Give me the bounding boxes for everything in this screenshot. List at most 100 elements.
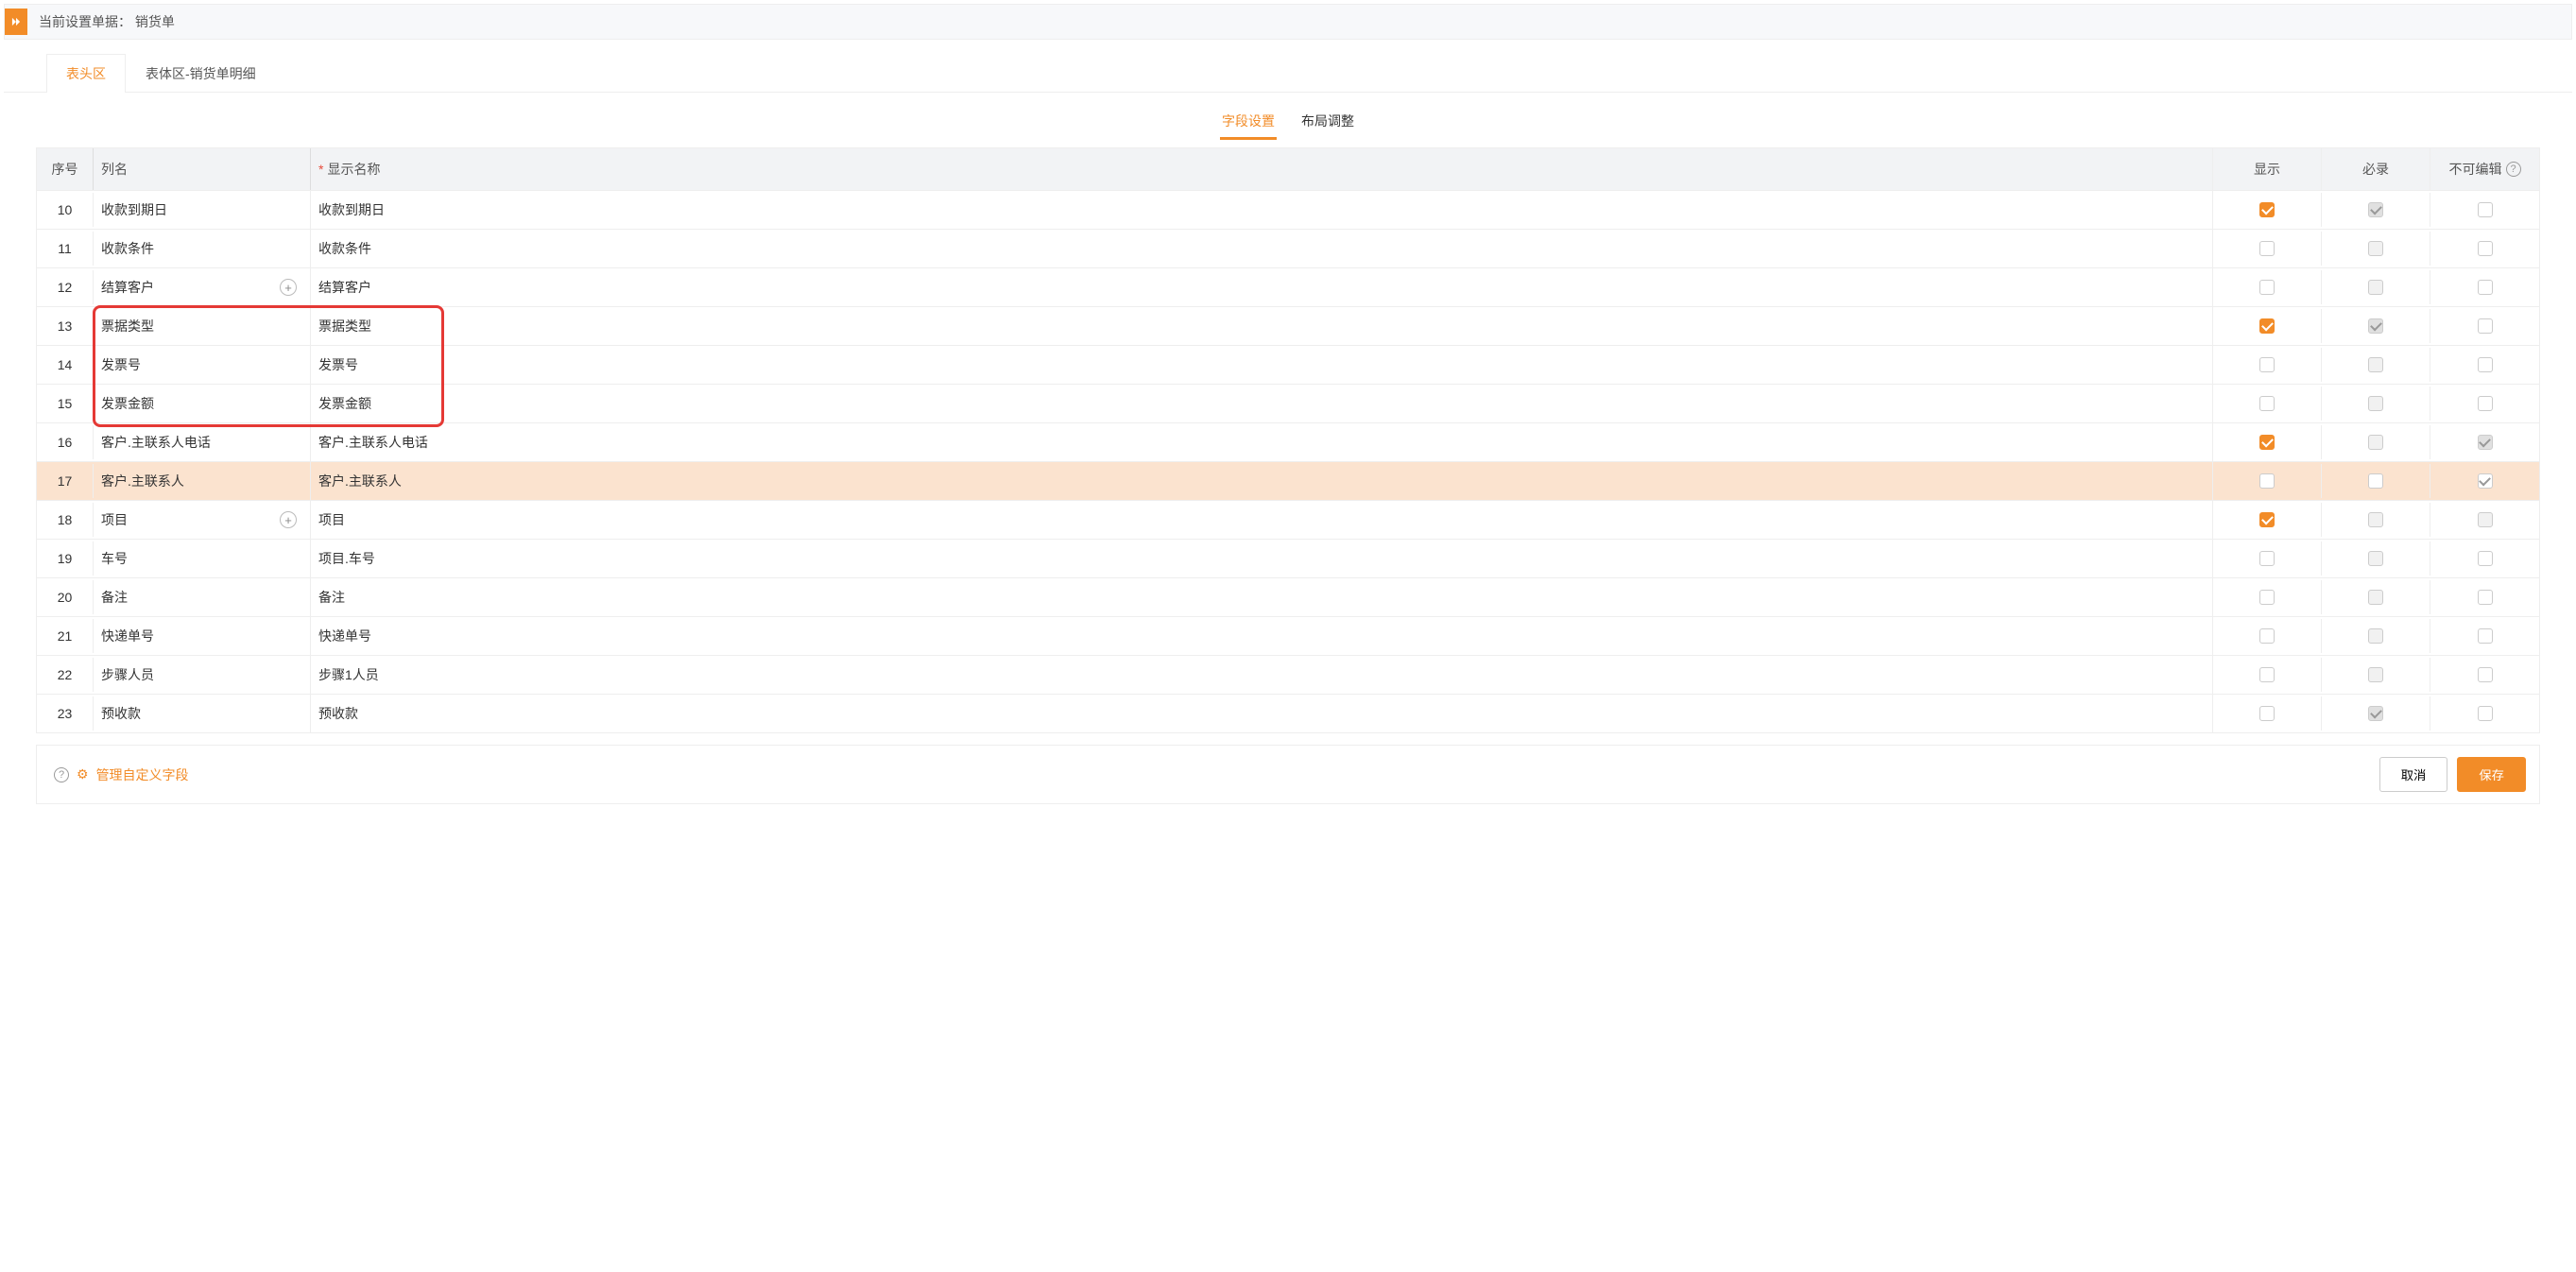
- required-star-icon: *: [318, 162, 323, 177]
- table-row[interactable]: 11 收款条件 收款条件: [37, 230, 2539, 268]
- field-name: 步骤人员: [101, 665, 154, 684]
- cell-display[interactable]: 客户.主联系人电话: [311, 423, 2213, 461]
- cell-show: [2213, 503, 2322, 537]
- col-header-display: * 显示名称: [311, 148, 2213, 190]
- setting-subtabs: 字段设置布局调整: [4, 93, 2572, 140]
- cell-display[interactable]: 收款到期日: [311, 191, 2213, 229]
- cell-readonly: [2430, 270, 2539, 304]
- cell-name: 发票金额: [94, 385, 311, 422]
- cell-display[interactable]: 预收款: [311, 695, 2213, 732]
- table-row[interactable]: 23 预收款 预收款: [37, 695, 2539, 733]
- cell-required: [2322, 580, 2430, 614]
- table-row[interactable]: 20 备注 备注: [37, 578, 2539, 617]
- col-header-display-text: 显示名称: [327, 160, 380, 179]
- expand-plus-icon[interactable]: +: [280, 511, 297, 528]
- checkbox-required: [2368, 396, 2383, 411]
- checkbox-show[interactable]: [2259, 435, 2275, 450]
- checkbox-show[interactable]: [2259, 357, 2275, 372]
- chevron-right-double-icon: [9, 15, 23, 28]
- cell-display[interactable]: 项目.车号: [311, 540, 2213, 577]
- checkbox-readonly[interactable]: [2478, 357, 2493, 372]
- checkbox-readonly[interactable]: [2478, 241, 2493, 256]
- table-row[interactable]: 18 项目 + 项目: [37, 501, 2539, 540]
- checkbox-show[interactable]: [2259, 512, 2275, 527]
- checkbox-readonly[interactable]: [2478, 628, 2493, 644]
- cell-display[interactable]: 备注: [311, 578, 2213, 616]
- cancel-button[interactable]: 取消: [2379, 757, 2448, 792]
- field-name: 发票号: [101, 355, 141, 374]
- checkbox-show[interactable]: [2259, 396, 2275, 411]
- help-icon[interactable]: ?: [2506, 162, 2521, 177]
- cell-required: [2322, 503, 2430, 537]
- expand-plus-icon[interactable]: +: [280, 279, 297, 296]
- field-name: 客户.主联系人: [101, 472, 184, 490]
- cell-display[interactable]: 步骤1人员: [311, 656, 2213, 694]
- checkbox-show[interactable]: [2259, 551, 2275, 566]
- checkbox-readonly[interactable]: [2478, 551, 2493, 566]
- checkbox-readonly[interactable]: [2478, 706, 2493, 721]
- cell-readonly: [2430, 232, 2539, 266]
- table-row[interactable]: 19 车号 项目.车号: [37, 540, 2539, 578]
- checkbox-show[interactable]: [2259, 667, 2275, 682]
- cell-readonly: [2430, 619, 2539, 653]
- checkbox-readonly[interactable]: [2478, 667, 2493, 682]
- collapse-toggle[interactable]: [5, 9, 27, 35]
- field-name: 结算客户: [101, 278, 154, 297]
- checkbox-show[interactable]: [2259, 280, 2275, 295]
- cell-display[interactable]: 发票金额: [311, 385, 2213, 422]
- table-row[interactable]: 14 发票号 发票号: [37, 346, 2539, 385]
- table-row[interactable]: 13 票据类型 票据类型: [37, 307, 2539, 346]
- cell-seq: 14: [37, 348, 94, 382]
- checkbox-readonly[interactable]: [2478, 590, 2493, 605]
- cell-display[interactable]: 项目: [311, 501, 2213, 539]
- checkbox-required: [2368, 512, 2383, 527]
- cell-required: [2322, 464, 2430, 498]
- checkbox-required: [2368, 357, 2383, 372]
- cell-readonly: [2430, 658, 2539, 692]
- help-icon[interactable]: ?: [54, 767, 69, 782]
- table-row[interactable]: 15 发票金额 发票金额: [37, 385, 2539, 423]
- cell-display[interactable]: 客户.主联系人: [311, 462, 2213, 500]
- cell-display[interactable]: 结算客户: [311, 268, 2213, 306]
- checkbox-show[interactable]: [2259, 473, 2275, 489]
- cell-display[interactable]: 快递单号: [311, 617, 2213, 655]
- checkbox-show[interactable]: [2259, 241, 2275, 256]
- checkbox-readonly[interactable]: [2478, 202, 2493, 217]
- fields-table: 序号 列名 * 显示名称 显示 必录 不可编辑 ? 10 收款到期日 收款到期日…: [36, 147, 2540, 733]
- current-doc-name: 销货单: [135, 14, 175, 29]
- cell-required: [2322, 270, 2430, 304]
- manage-custom-fields-link[interactable]: 管理自定义字段: [96, 765, 189, 784]
- tab-1[interactable]: 表体区-销货单明细: [126, 54, 276, 93]
- cell-show: [2213, 464, 2322, 498]
- table-row[interactable]: 22 步骤人员 步骤1人员: [37, 656, 2539, 695]
- cell-required: [2322, 348, 2430, 382]
- checkbox-show[interactable]: [2259, 706, 2275, 721]
- save-button[interactable]: 保存: [2457, 757, 2526, 792]
- cell-name: 票据类型: [94, 307, 311, 345]
- table-row[interactable]: 12 结算客户 + 结算客户: [37, 268, 2539, 307]
- cell-required: [2322, 309, 2430, 343]
- checkbox-show[interactable]: [2259, 318, 2275, 334]
- cell-show: [2213, 619, 2322, 653]
- checkbox-readonly[interactable]: [2478, 396, 2493, 411]
- cell-display[interactable]: 收款条件: [311, 230, 2213, 267]
- checkbox-required: [2368, 706, 2383, 721]
- subtab-0[interactable]: 字段设置: [1220, 106, 1277, 140]
- checkbox-readonly[interactable]: [2478, 280, 2493, 295]
- table-row[interactable]: 16 客户.主联系人电话 客户.主联系人电话: [37, 423, 2539, 462]
- cell-display[interactable]: 票据类型: [311, 307, 2213, 345]
- table-row[interactable]: 21 快递单号 快递单号: [37, 617, 2539, 656]
- checkbox-show[interactable]: [2259, 202, 2275, 217]
- table-row[interactable]: 17 客户.主联系人 客户.主联系人: [37, 462, 2539, 501]
- checkbox-readonly[interactable]: [2478, 318, 2493, 334]
- tab-0[interactable]: 表头区: [46, 54, 126, 93]
- cell-seq: 18: [37, 503, 94, 537]
- field-name: 备注: [101, 588, 128, 607]
- cell-display[interactable]: 发票号: [311, 346, 2213, 384]
- subtab-1[interactable]: 布局调整: [1299, 106, 1356, 140]
- table-row[interactable]: 10 收款到期日 收款到期日: [37, 191, 2539, 230]
- cell-required: [2322, 619, 2430, 653]
- checkbox-show[interactable]: [2259, 628, 2275, 644]
- cell-name: 预收款: [94, 695, 311, 732]
- checkbox-show[interactable]: [2259, 590, 2275, 605]
